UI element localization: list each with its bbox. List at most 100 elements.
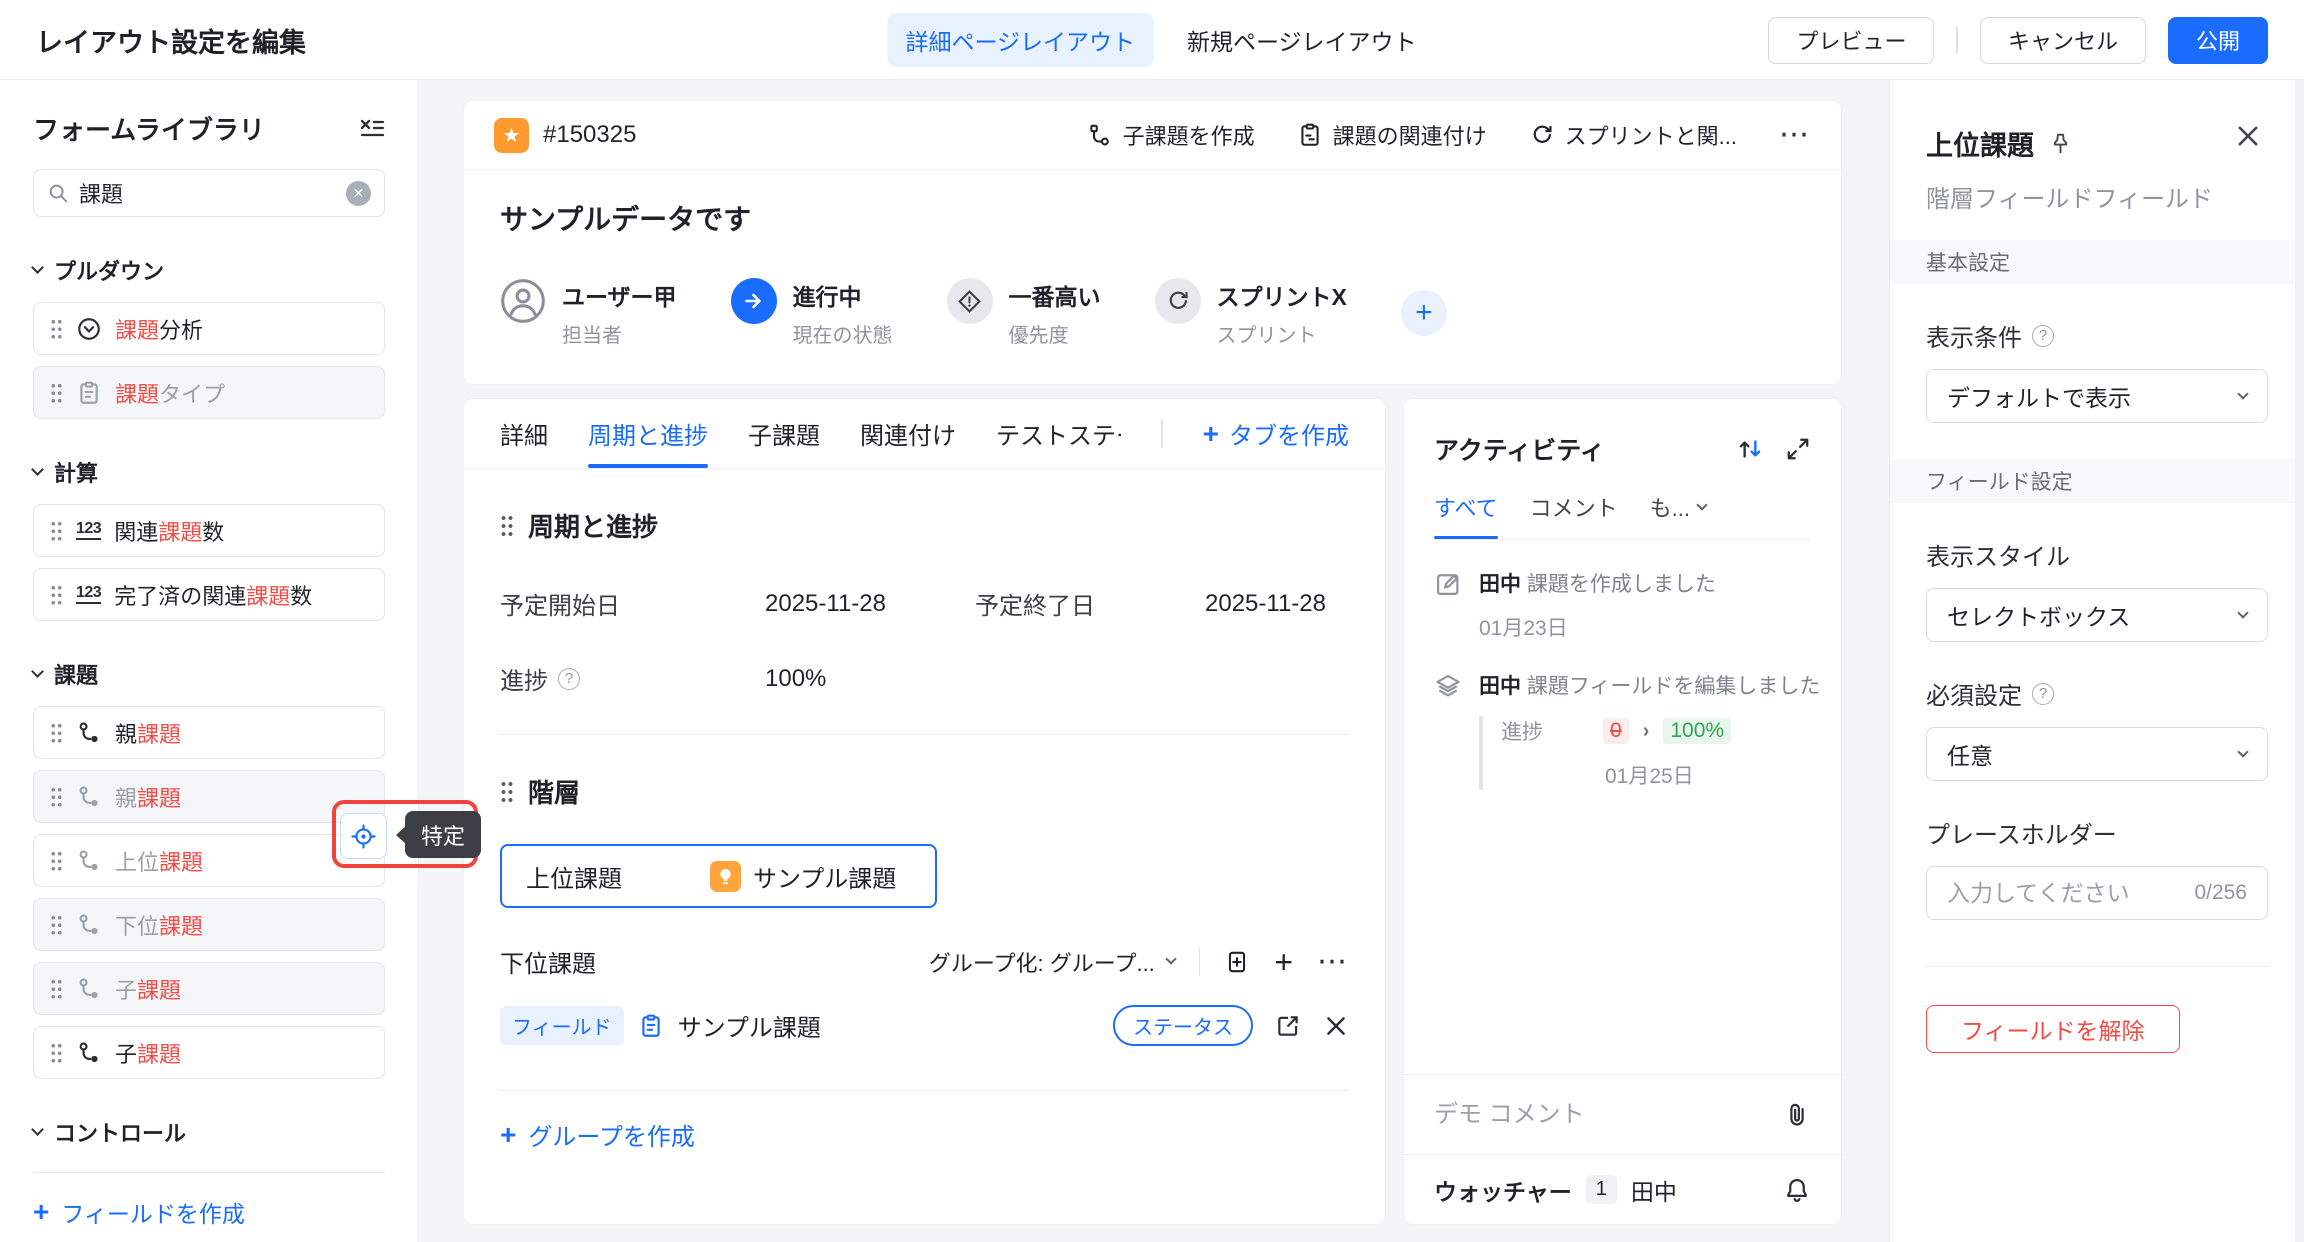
remove-field-button[interactable]: フィールドを解除 (1926, 1005, 2180, 1053)
help-icon[interactable] (558, 667, 580, 690)
drag-handle-icon[interactable] (50, 914, 63, 935)
activity-tab-more[interactable]: も... (1650, 491, 1708, 523)
pin-icon[interactable] (2048, 131, 2073, 156)
watcher-name[interactable]: 田中 (1631, 1173, 1677, 1207)
create-tab-button[interactable]: タブを作成 (1203, 416, 1349, 451)
field-item-issue-analysis[interactable]: 課題分析 (33, 302, 385, 355)
hierarchy-section-title: 階層 (500, 773, 1349, 810)
section-issue[interactable]: 課題 (31, 658, 385, 690)
placeholder-input[interactable] (1947, 879, 2185, 907)
section-pulldown[interactable]: プルダウン (31, 254, 385, 286)
drag-handle-icon[interactable] (50, 850, 63, 871)
add-card-icon[interactable] (1224, 949, 1250, 975)
sprint-field[interactable]: スプリントX スプリント (1154, 278, 1347, 348)
drag-handle-icon[interactable] (50, 520, 63, 541)
tab-detail-page-layout[interactable]: 詳細ページレイアウト (887, 13, 1153, 67)
tab-subtasks[interactable]: 子課題 (748, 399, 820, 468)
status-field[interactable]: 進行中 現在の状態 (730, 278, 893, 348)
tab-new-page-layout[interactable]: 新規ページレイアウト (1187, 23, 1417, 57)
drag-handle-icon[interactable] (50, 584, 63, 605)
section-control[interactable]: コントロール (31, 1116, 385, 1148)
activity-tab-comments[interactable]: コメント (1530, 491, 1618, 523)
sort-icon[interactable] (1735, 436, 1765, 462)
paperclip-icon[interactable] (1783, 1101, 1811, 1129)
close-panel-icon[interactable] (2234, 122, 2262, 150)
field-item-subordinate-issue[interactable]: 下位課題 (33, 898, 385, 951)
tab-detail[interactable]: 詳細 (500, 399, 548, 468)
more-options-icon[interactable] (1317, 957, 1349, 967)
required-setting-select[interactable]: 任意 (1926, 727, 2268, 781)
field-item-parent-issue-2[interactable]: 親課題 (33, 770, 385, 823)
watcher-label: ウォッチャー (1434, 1178, 1572, 1205)
display-condition-select[interactable]: デフォルトで表示 (1926, 369, 2268, 423)
display-condition-label: 表示条件 (1926, 318, 2268, 353)
more-actions-icon[interactable] (1779, 130, 1811, 140)
field-item-child-issue[interactable]: 子課題 (33, 962, 385, 1015)
add-item-icon[interactable]: + (1274, 946, 1293, 978)
create-subtask-button[interactable]: 子課題を作成 (1087, 119, 1255, 151)
locate-target-button[interactable] (340, 813, 387, 859)
star-badge-icon[interactable] (494, 117, 529, 153)
drag-handle-icon[interactable] (50, 978, 63, 999)
subtask-link-icon (76, 848, 102, 874)
publish-button[interactable]: 公開 (2167, 16, 2268, 64)
library-search[interactable] (33, 169, 385, 217)
create-field-link[interactable]: フィールドを作成 (33, 1195, 385, 1229)
cancel-button[interactable]: キャンセル (1979, 16, 2146, 64)
field-item-parent-issue[interactable]: 親課題 (33, 706, 385, 759)
remove-item-icon[interactable] (1323, 1013, 1349, 1039)
drag-handle-icon[interactable] (500, 780, 514, 803)
comment-input[interactable] (1434, 1100, 1769, 1129)
field-item-issue-type[interactable]: 課題タイプ (33, 366, 385, 419)
chevron-down-icon (2237, 745, 2249, 758)
field-item-done-related-issue-count[interactable]: 完了済の関連課題数 (33, 568, 385, 621)
scrollbar[interactable] (2295, 80, 2304, 1242)
progress-value[interactable]: 100% (765, 665, 975, 693)
drag-handle-icon[interactable] (50, 1042, 63, 1063)
help-icon[interactable] (2032, 324, 2054, 347)
status-pill[interactable]: ステータス (1113, 1005, 1253, 1046)
preview-button[interactable]: プレビュー (1768, 16, 1935, 64)
watcher-row: ウォッチャー 1 田中 (1404, 1154, 1841, 1224)
clear-search-icon[interactable] (346, 180, 371, 206)
create-group-link[interactable]: グループを作成 (500, 1117, 1349, 1152)
tab-relations[interactable]: 関連付け (860, 399, 956, 468)
field-item-related-issue-count[interactable]: 関連課題数 (33, 504, 385, 557)
config-field-title: 上位課題 (1926, 131, 2034, 161)
drag-handle-icon[interactable] (50, 318, 63, 339)
drag-handle-icon[interactable] (500, 514, 514, 537)
display-style-select[interactable]: セレクトボックス (1926, 588, 2268, 642)
drag-handle-icon[interactable] (50, 722, 63, 743)
priority-field[interactable]: 一番高い 優先度 (946, 278, 1101, 348)
divider (1926, 966, 2268, 967)
assignee-field[interactable]: ユーザー甲 担当者 (500, 278, 677, 348)
activity-item-edited: 田中 課題フィールドを編集しました 進捗 0 100% 01月25日 (1434, 670, 1820, 790)
drag-handle-icon[interactable] (50, 382, 63, 403)
superior-issue-field-selected[interactable]: 上位課題 サンプル課題 (500, 844, 937, 908)
activity-tab-all[interactable]: すべて (1434, 491, 1498, 539)
chevron-down-icon (31, 463, 44, 476)
drag-handle-icon[interactable] (50, 786, 63, 807)
planned-end-value[interactable]: 2025-11-28 (1205, 590, 1349, 618)
sample-issue-link[interactable]: サンプル課題 (678, 1008, 821, 1043)
field-item-superior-issue[interactable]: 上位課題 (33, 834, 385, 887)
field-item-child-issue-2[interactable]: 子課題 (33, 1026, 385, 1079)
field-config-panel: 上位課題 階層フィールドフィールド 基本設定 表示条件 デフォルトで表示 フィー… (1889, 80, 2304, 1242)
search-input[interactable] (79, 180, 336, 206)
collapse-library-icon[interactable] (359, 116, 385, 142)
divider (1161, 419, 1163, 448)
status-arrow-icon (730, 278, 777, 324)
bell-icon[interactable] (1783, 1176, 1811, 1204)
open-external-icon[interactable] (1275, 1013, 1301, 1039)
planned-start-value[interactable]: 2025-11-28 (765, 590, 975, 618)
group-by-dropdown[interactable]: グループ化: グループ... (929, 946, 1177, 978)
relate-issue-button[interactable]: 課題の関連付け (1297, 119, 1487, 151)
tab-cycle-progress[interactable]: 周期と進捗 (588, 399, 708, 468)
issue-detail-card: 詳細 周期と進捗 子課題 関連付け テストステータス タブを作成 周期と進捗 予… (463, 398, 1386, 1225)
add-field-button[interactable] (1400, 290, 1447, 336)
help-icon[interactable] (2032, 682, 2054, 705)
section-calculation[interactable]: 計算 (31, 456, 385, 488)
relate-sprint-button[interactable]: スプリントと関... (1529, 119, 1737, 151)
tab-test-status[interactable]: テストステータス (996, 399, 1121, 468)
expand-icon[interactable] (1785, 436, 1811, 462)
